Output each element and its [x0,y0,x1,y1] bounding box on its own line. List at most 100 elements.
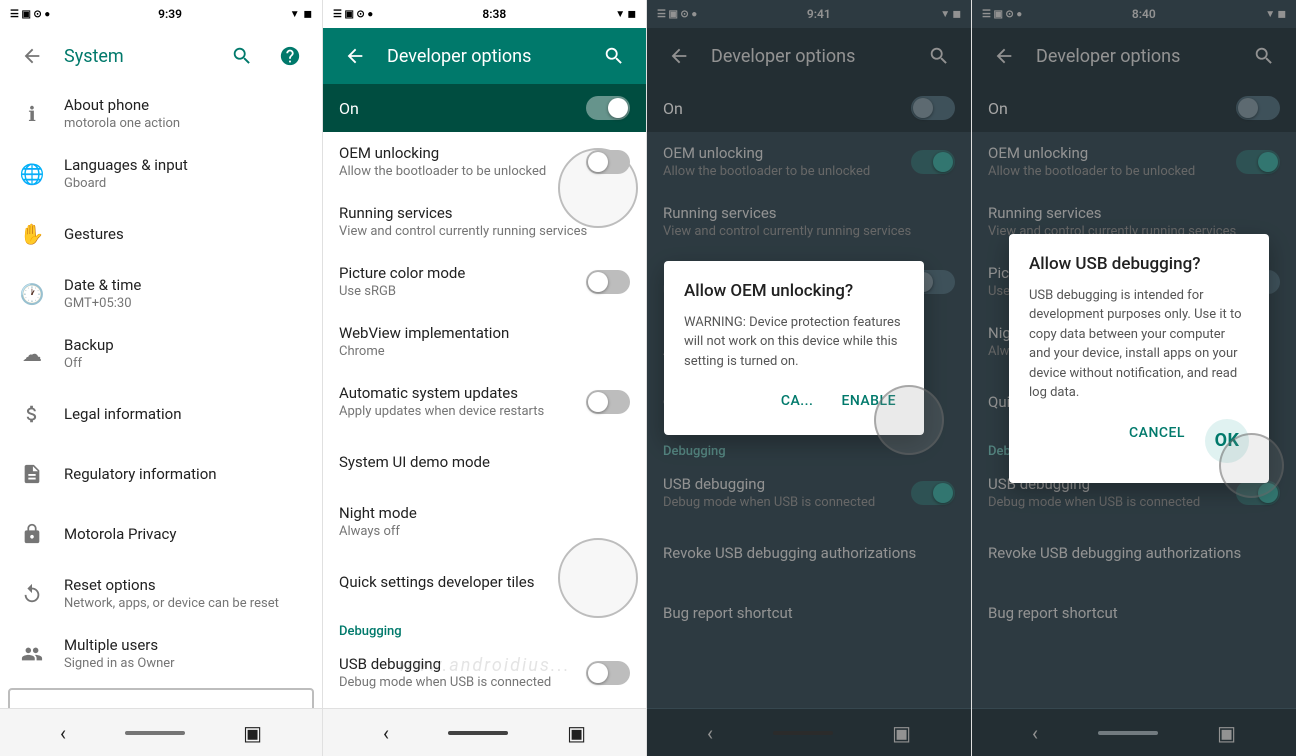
qs-title-2: Quick settings developer tiles [339,573,630,591]
legal-icon [16,398,48,430]
picture-toggle-2[interactable] [586,270,630,294]
reset-icon [16,578,48,610]
datetime-icon: 🕐 [16,278,48,310]
app-bar-title-2: Developer options [387,46,582,67]
languages-subtitle: Gboard [64,176,306,191]
usb-cancel-btn[interactable]: Cancel [1121,419,1193,463]
usb-dialog-body: USB debugging is intended for developmen… [1029,286,1249,403]
night-mode-item-2[interactable]: Night mode Always off [323,492,646,552]
settings-item-reset[interactable]: Reset options Network, apps, or device c… [0,564,322,624]
picture-subtitle-2: Use sRGB [339,284,586,299]
settings-item-developer-options[interactable]: { } Developer options [8,688,314,708]
users-title: Multiple users [64,636,306,654]
backup-subtitle: Off [64,356,306,371]
running-subtitle-2: View and control currently running servi… [339,224,630,239]
oem-cancel-btn[interactable]: Ca... [773,387,822,415]
dialog-overlay-3: Allow OEM unlocking? WARNING: Device pro… [647,0,971,756]
settings-item-regulatory[interactable]: Regulatory information [0,444,322,504]
home-pill-2[interactable] [448,731,508,735]
privacy-title: Motorola Privacy [64,525,306,543]
help-button-1[interactable] [274,40,306,72]
settings-item-gestures[interactable]: ✋ Gestures [0,204,322,264]
settings-item-datetime[interactable]: 🕐 Date & time GMT+05:30 [0,264,322,324]
settings-item-motorola-privacy[interactable]: Motorola Privacy [0,504,322,564]
wifi-icon-1: ▼ [290,9,300,20]
dev-settings-list-2: OEM unlocking Allow the bootloader to be… [323,132,646,708]
back-button-1[interactable] [16,40,48,72]
oem-subtitle-2: Allow the bootloader to be unlocked [339,164,586,179]
oem-enable-btn[interactable]: Enable [833,387,904,415]
search-button-2[interactable] [598,40,630,72]
picture-title-2: Picture color mode [339,264,586,282]
qs-tiles-item-2[interactable]: Quick settings developer tiles [323,552,646,612]
back-button-2[interactable] [339,40,371,72]
notification-icons-1: ☰ ▣ ⊙ ● [10,9,50,20]
regulatory-icon [16,458,48,490]
status-left-2: ☰ ▣ ⊙ ● [333,9,373,20]
oem-dialog: Allow OEM unlocking? WARNING: Device pro… [664,261,924,436]
usb-ok-btn[interactable]: OK [1205,419,1249,463]
languages-title: Languages & input [64,156,306,174]
oem-dialog-title: Allow OEM unlocking? [684,281,904,301]
webview-title-2: WebView implementation [339,324,630,342]
gestures-title: Gestures [64,225,306,243]
usb-title-2: USB debugging [339,655,586,673]
status-time-2: 8:38 [482,7,506,21]
panel-developer-oem-dialog: ☰ ▣ ⊙ ● 9:41 ▼ ◼ Developer options On OE… [647,0,972,756]
about-phone-title: About phone [64,96,306,114]
system-ui-title-2: System UI demo mode [339,453,630,471]
panel-developer-usb-dialog: ☰ ▣ ⊙ ● 8:40 ▼ ◼ Developer options On OE… [972,0,1296,756]
panel-developer-options: ☰ ▣ ⊙ ● 8:38 ▼ ◼ Developer options On OE… [323,0,647,756]
picture-color-item-2[interactable]: Picture color mode Use sRGB [323,252,646,312]
recents-nav-2[interactable]: ▣ [567,721,586,745]
usb-debug-item-2[interactable]: USB debugging Debug mode when USB is con… [323,643,646,703]
on-label-2: On [339,99,359,118]
backup-icon: ☁ [16,338,48,370]
datetime-subtitle: GMT+05:30 [64,296,306,311]
status-bar-2: ☰ ▣ ⊙ ● 8:38 ▼ ◼ [323,0,646,28]
webview-item-2[interactable]: WebView implementation Chrome [323,312,646,372]
auto-title-2: Automatic system updates [339,384,586,402]
usb-dialog: Allow USB debugging? USB debugging is in… [1009,234,1269,483]
home-pill-1[interactable] [125,731,185,735]
auto-toggle-2[interactable] [586,390,630,414]
usb-subtitle-2: Debug mode when USB is connected [339,675,586,690]
oem-dialog-actions: Ca... Enable [684,387,904,415]
system-ui-item-2[interactable]: System UI demo mode [323,432,646,492]
settings-item-languages[interactable]: 🌐 Languages & input Gboard [0,144,322,204]
users-icon [16,638,48,670]
settings-item-multiple-users[interactable]: Multiple users Signed in as Owner [0,624,322,684]
auto-updates-item-2[interactable]: Automatic system updates Apply updates w… [323,372,646,432]
languages-icon: 🌐 [16,158,48,190]
night-title-2: Night mode [339,504,630,522]
on-toggle-thumb-2 [608,98,628,118]
back-nav-2[interactable]: ‹ [383,721,389,745]
status-right-1: ▼ ◼ [290,9,312,20]
usb-dialog-title: Allow USB debugging? [1029,254,1249,274]
status-time-1: 9:39 [158,7,182,21]
usb-toggle-2[interactable] [586,661,630,685]
about-phone-icon: ℹ [16,98,48,130]
settings-item-about-phone[interactable]: ℹ About phone motorola one action [0,84,322,144]
usb-dialog-actions: Cancel OK [1029,419,1249,463]
recents-nav-1[interactable]: ▣ [243,721,262,745]
privacy-icon [16,518,48,550]
oem-unlocking-item-2[interactable]: OEM unlocking Allow the bootloader to be… [323,132,646,192]
running-services-item-2[interactable]: Running services View and control curren… [323,192,646,252]
oem-toggle-2[interactable] [586,150,630,174]
about-phone-subtitle: motorola one action [64,116,306,131]
search-button-1[interactable] [226,40,258,72]
bottom-nav-2: ‹ ▣ [323,708,646,756]
running-title-2: Running services [339,204,630,222]
reset-title: Reset options [64,576,306,594]
settings-list-1: ℹ About phone motorola one action 🌐 Lang… [0,84,322,708]
battery-icon-1: ◼ [304,9,312,20]
night-subtitle-2: Always off [339,524,630,539]
settings-item-legal[interactable]: Legal information [0,384,322,444]
dialog-overlay-4: Allow USB debugging? USB debugging is in… [972,0,1296,756]
back-nav-1[interactable]: ‹ [60,721,66,745]
settings-item-backup[interactable]: ☁ Backup Off [0,324,322,384]
auto-subtitle-2: Apply updates when device restarts [339,404,586,419]
on-toggle-2[interactable] [586,96,630,120]
status-left-1: ☰ ▣ ⊙ ● [10,9,50,20]
